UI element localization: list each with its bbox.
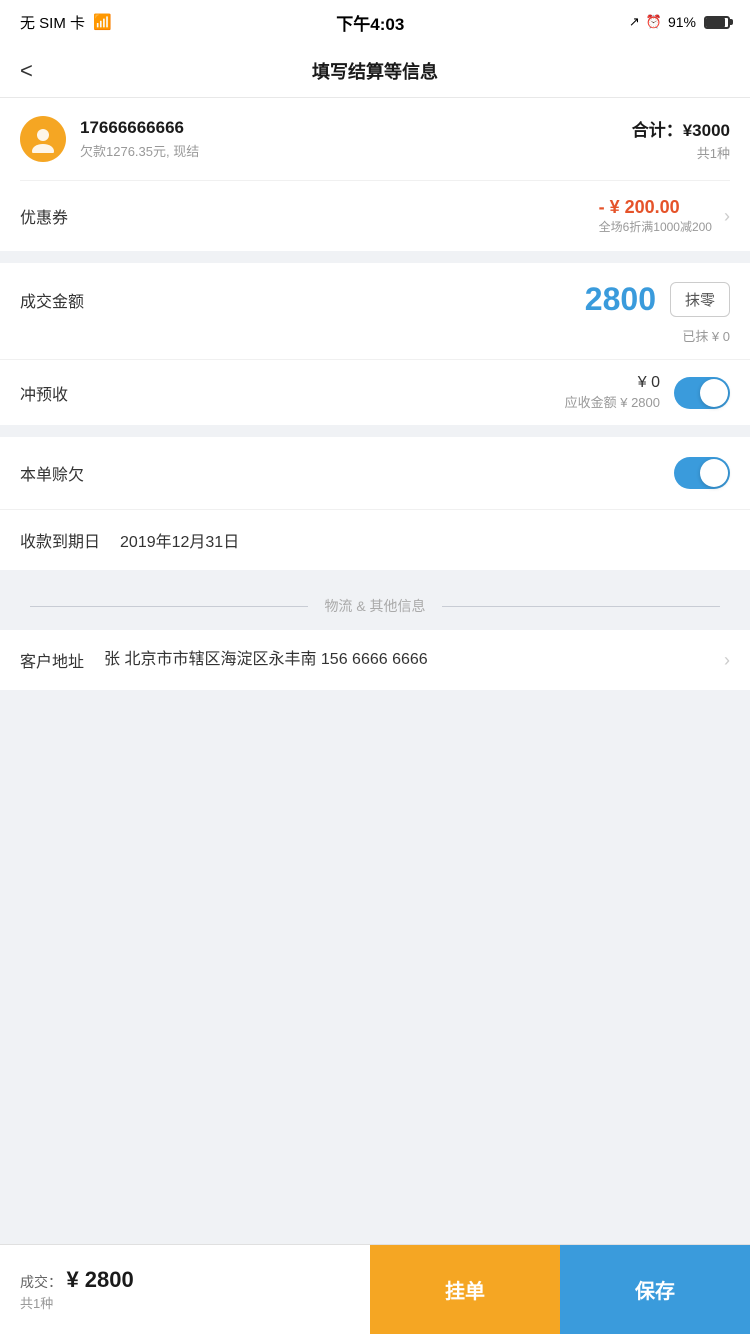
hold-button[interactable]: 挂单: [370, 1245, 560, 1334]
avatar: [20, 116, 66, 162]
address-value: 张 北京市市辖区海淀区永丰南 156 6666 6666: [104, 648, 716, 672]
location-icon: ↗: [629, 14, 640, 30]
content: 17666666666 欠款1276.35元, 现结 合计：¥3000 共1种 …: [0, 98, 750, 900]
address-row[interactable]: 客户地址 张 北京市市辖区海淀区永丰南 156 6666 6666 ›: [0, 630, 750, 690]
customer-phone: 17666666666: [80, 118, 199, 138]
debt-row: 本单赊欠: [0, 437, 750, 509]
address-chevron-icon: ›: [724, 650, 730, 671]
customer-subtext: 欠款1276.35元, 现结: [80, 141, 199, 160]
back-button[interactable]: <: [20, 58, 33, 84]
customer-coupon-section: 17666666666 欠款1276.35元, 现结 合计：¥3000 共1种 …: [0, 98, 750, 251]
due-date-row: 收款到期日 2019年12月31日: [0, 510, 750, 570]
deal-amount-right: 2800 抹零: [585, 281, 730, 318]
total-amount: 合计：¥3000: [632, 116, 730, 141]
bottom-deal-count: 共1种: [20, 1293, 350, 1312]
bottom-deal-label-row: 成交： ¥ 2800: [20, 1267, 350, 1293]
carrier-text: 无 SIM 卡: [20, 12, 85, 33]
prepay-amount: ¥ 0: [565, 374, 660, 392]
toggle-knob: [700, 379, 728, 407]
status-time: 下午4:03: [336, 10, 404, 35]
deal-amount-value: 2800: [585, 281, 656, 318]
prepay-label: 冲预收: [20, 381, 68, 405]
coupon-amount: - ¥ 200.00: [599, 197, 712, 218]
coupon-row[interactable]: 优惠券 - ¥ 200.00 全场6折满1000减200 ›: [0, 181, 750, 251]
deal-amount-row: 成交金额 2800 抹零: [0, 263, 750, 326]
coupon-right: - ¥ 200.00 全场6折满1000减200 ›: [599, 197, 730, 235]
deal-amount-sub: 已抹 ¥ 0: [0, 326, 750, 359]
customer-info: 17666666666 欠款1276.35元, 现结: [80, 118, 199, 160]
logistics-divider: 物流 & 其他信息: [0, 582, 750, 630]
address-label: 客户地址: [20, 648, 84, 672]
prepay-desc: 应收金额 ¥ 2800: [565, 392, 660, 411]
status-right: ↗ ⏰ 91%: [629, 14, 730, 30]
due-date-label: 收款到期日: [20, 528, 100, 552]
alarm-icon: ⏰: [646, 14, 662, 30]
due-date-value: 2019年12月31日: [120, 528, 239, 552]
prepay-toggle[interactable]: [674, 377, 730, 409]
logistics-line-right: [442, 606, 720, 607]
debt-toggle-knob: [700, 459, 728, 487]
status-bar: 无 SIM 卡 📶 下午4:03 ↗ ⏰ 91%: [0, 0, 750, 44]
customer-left: 17666666666 欠款1276.35元, 现结: [20, 116, 199, 162]
bottom-bar: 成交： ¥ 2800 共1种 挂单 保存: [0, 1244, 750, 1334]
wifi-icon: 📶: [93, 13, 112, 31]
bottom-spacer: [0, 690, 750, 810]
page-title: 填写结算等信息: [312, 58, 438, 84]
round-button[interactable]: 抹零: [670, 282, 730, 317]
save-button[interactable]: 保存: [560, 1245, 750, 1334]
nav-bar: < 填写结算等信息: [0, 44, 750, 98]
logistics-label: 物流 & 其他信息: [324, 596, 425, 616]
total-count: 共1种: [632, 143, 730, 162]
prepay-right: ¥ 0 应收金额 ¥ 2800: [565, 374, 730, 411]
bottom-deal-amount: ¥ 2800: [66, 1267, 133, 1292]
battery-icon: [704, 16, 730, 29]
bottom-deal-title: 成交：: [20, 1274, 62, 1290]
debt-toggle[interactable]: [674, 457, 730, 489]
customer-row: 17666666666 欠款1276.35元, 现结 合计：¥3000 共1种: [0, 98, 750, 180]
status-left: 无 SIM 卡 📶: [20, 12, 112, 33]
debt-label: 本单赊欠: [20, 461, 84, 485]
prepay-row: 冲预收 ¥ 0 应收金额 ¥ 2800: [0, 359, 750, 425]
coupon-amount-group: - ¥ 200.00 全场6折满1000减200: [599, 197, 712, 235]
deal-amount-label: 成交金额: [20, 288, 84, 312]
customer-right: 合计：¥3000 共1种: [632, 116, 730, 162]
amount-section: 成交金额 2800 抹零 已抹 ¥ 0 冲预收 ¥ 0 应收金额 ¥ 2800: [0, 263, 750, 425]
logistics-line-left: [30, 606, 308, 607]
prepay-values: ¥ 0 应收金额 ¥ 2800: [565, 374, 660, 411]
coupon-desc: 全场6折满1000减200: [599, 218, 712, 235]
battery-percent: 91%: [668, 14, 696, 30]
coupon-chevron-icon: ›: [724, 206, 730, 227]
debt-section: 本单赊欠 收款到期日 2019年12月31日: [0, 437, 750, 570]
coupon-label: 优惠券: [20, 204, 68, 228]
bottom-deal-info: 成交： ¥ 2800 共1种: [0, 1267, 370, 1312]
